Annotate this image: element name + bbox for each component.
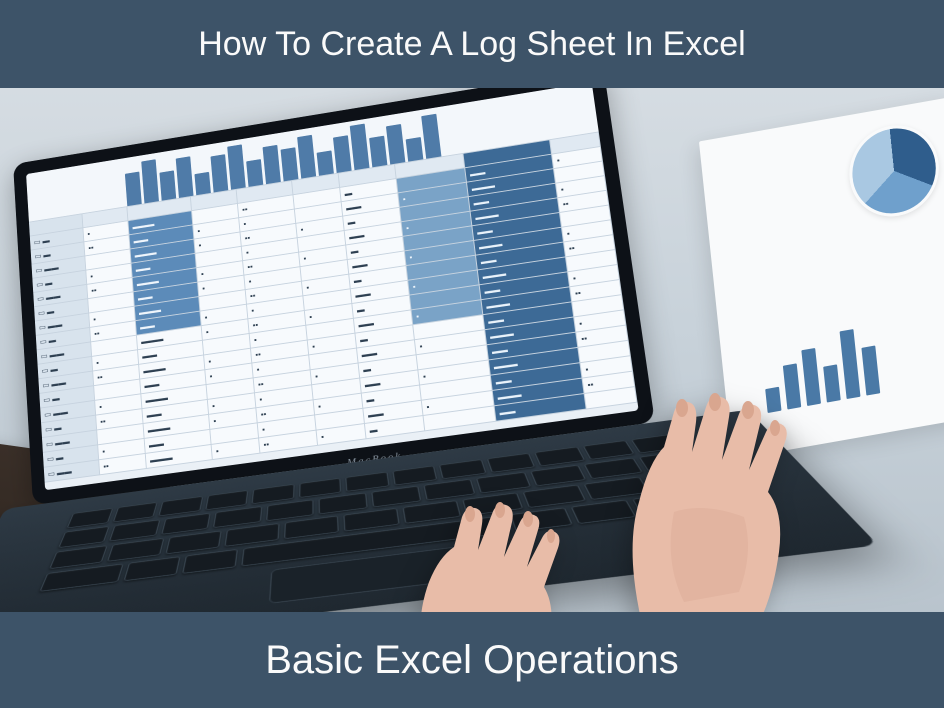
title-text: How To Create A Log Sheet In Excel (198, 25, 746, 64)
pie-chart-icon (845, 118, 943, 223)
illustration-scene: ▭ ▬▪▬▬▬▪▪▬▬▬▪ ▭ ▬▪▪▬▬▪▪▬▬▪▬▬▬ ▭ ▬▬▬▬▬▪▪▪… (0, 88, 944, 612)
left-hand (384, 472, 604, 612)
top-banner: How To Create A Log Sheet In Excel (0, 0, 944, 88)
bottom-banner: Basic Excel Operations (0, 612, 944, 708)
laptop-screen: ▭ ▬▪▬▬▬▪▪▬▬▬▪ ▭ ▬▪▪▬▬▪▪▬▬▪▬▬▬ ▭ ▬▬▬▬▬▪▪▪… (26, 88, 639, 490)
subtitle-text: Basic Excel Operations (265, 638, 679, 683)
